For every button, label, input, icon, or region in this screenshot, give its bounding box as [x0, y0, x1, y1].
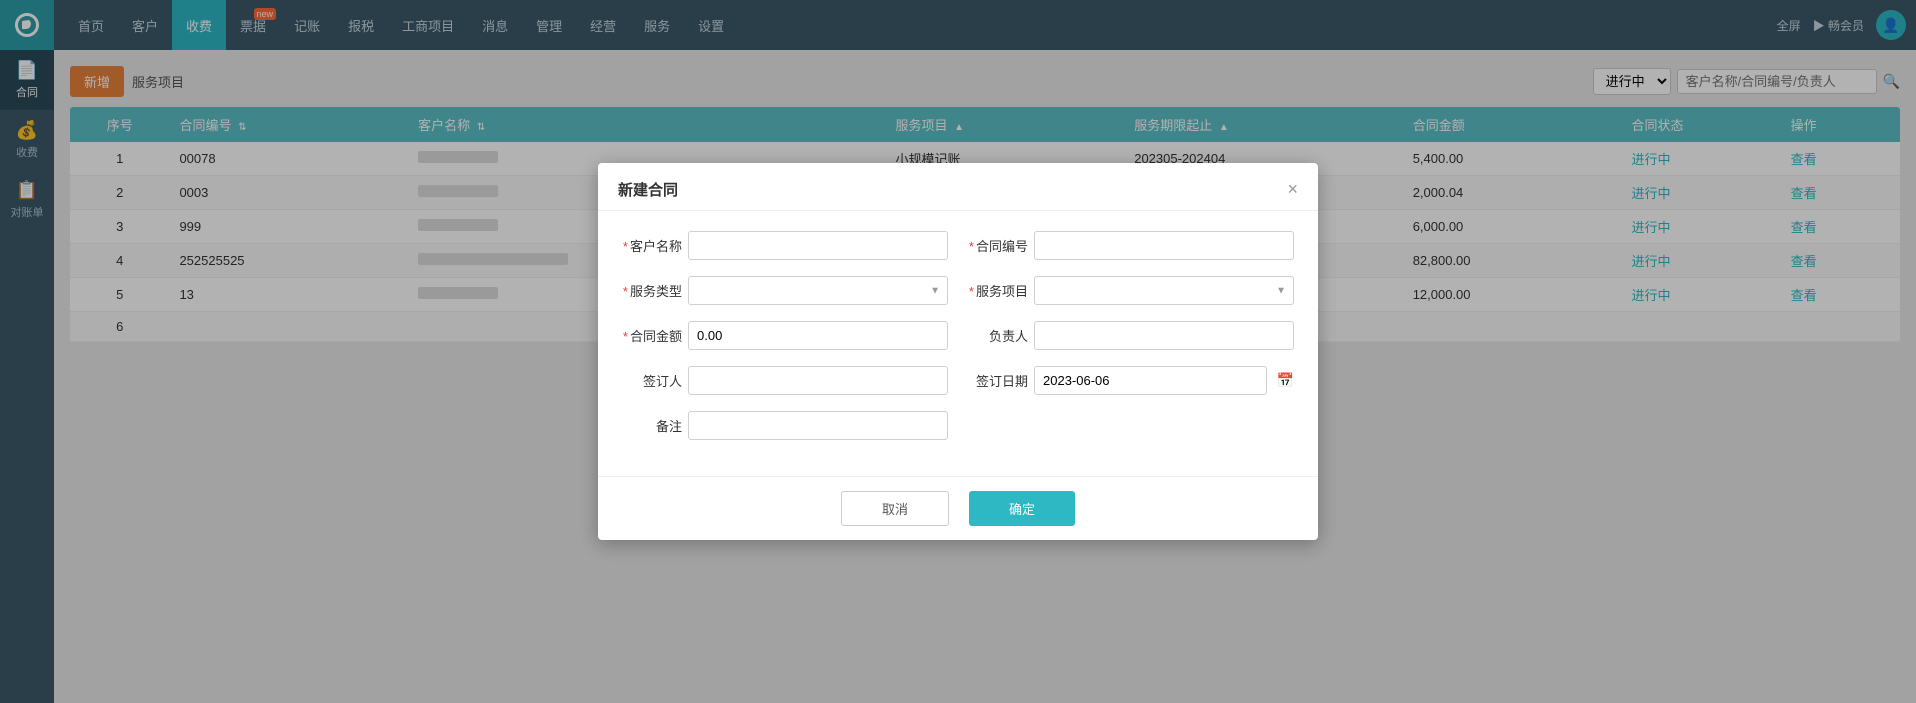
- modal-footer: 取消 确定: [598, 476, 1318, 540]
- modal-close-button[interactable]: ×: [1287, 179, 1298, 200]
- service-type-select-wrapper: [688, 276, 948, 305]
- form-group-signer: 签订人: [622, 366, 948, 395]
- person-in-charge-label: 负责人: [968, 326, 1028, 345]
- form-group-sign-date: 签订日期 📅: [968, 366, 1294, 395]
- customer-name-input[interactable]: [688, 231, 948, 260]
- service-type-select[interactable]: [688, 276, 948, 305]
- cancel-button[interactable]: 取消: [841, 491, 949, 526]
- signer-label: 签订人: [622, 371, 682, 390]
- confirm-button[interactable]: 确定: [969, 491, 1075, 526]
- modal-header: 新建合同 ×: [598, 163, 1318, 211]
- remark-label: 备注: [622, 416, 682, 435]
- contract-no-label: *合同编号: [968, 236, 1028, 255]
- form-row-3: *合同金额 负责人: [622, 321, 1294, 350]
- form-group-service-type: *服务类型: [622, 276, 948, 305]
- service-item-label: *服务项目: [968, 281, 1028, 300]
- sign-date-label: 签订日期: [968, 371, 1028, 390]
- form-group-remark: 备注: [622, 411, 948, 440]
- service-item-select-wrapper: [1034, 276, 1294, 305]
- signer-input[interactable]: [688, 366, 948, 395]
- service-type-label: *服务类型: [622, 281, 682, 300]
- customer-name-label: *客户名称: [622, 236, 682, 255]
- form-row-4: 签订人 签订日期 📅: [622, 366, 1294, 395]
- form-group-person: 负责人: [968, 321, 1294, 350]
- remark-input[interactable]: [688, 411, 948, 440]
- contract-amount-label: *合同金额: [622, 326, 682, 345]
- form-group-contract-no: *合同编号: [968, 231, 1294, 260]
- form-row-5: 备注: [622, 411, 1294, 440]
- form-row-1: *客户名称 *合同编号: [622, 231, 1294, 260]
- modal-body: *客户名称 *合同编号 *服务类型: [598, 211, 1318, 476]
- service-item-select[interactable]: [1034, 276, 1294, 305]
- form-group-customer: *客户名称: [622, 231, 948, 260]
- contract-no-input[interactable]: [1034, 231, 1294, 260]
- sign-date-input[interactable]: [1034, 366, 1267, 395]
- new-contract-modal: 新建合同 × *客户名称 *合同编号: [598, 163, 1318, 540]
- person-in-charge-input[interactable]: [1034, 321, 1294, 350]
- form-row-2: *服务类型 *服务项目: [622, 276, 1294, 305]
- form-group-amount: *合同金额: [622, 321, 948, 350]
- modal-overlay[interactable]: 新建合同 × *客户名称 *合同编号: [0, 0, 1916, 703]
- contract-amount-input[interactable]: [688, 321, 948, 350]
- form-group-service-item: *服务项目: [968, 276, 1294, 305]
- modal-title: 新建合同: [618, 179, 678, 200]
- calendar-icon[interactable]: 📅: [1277, 372, 1294, 389]
